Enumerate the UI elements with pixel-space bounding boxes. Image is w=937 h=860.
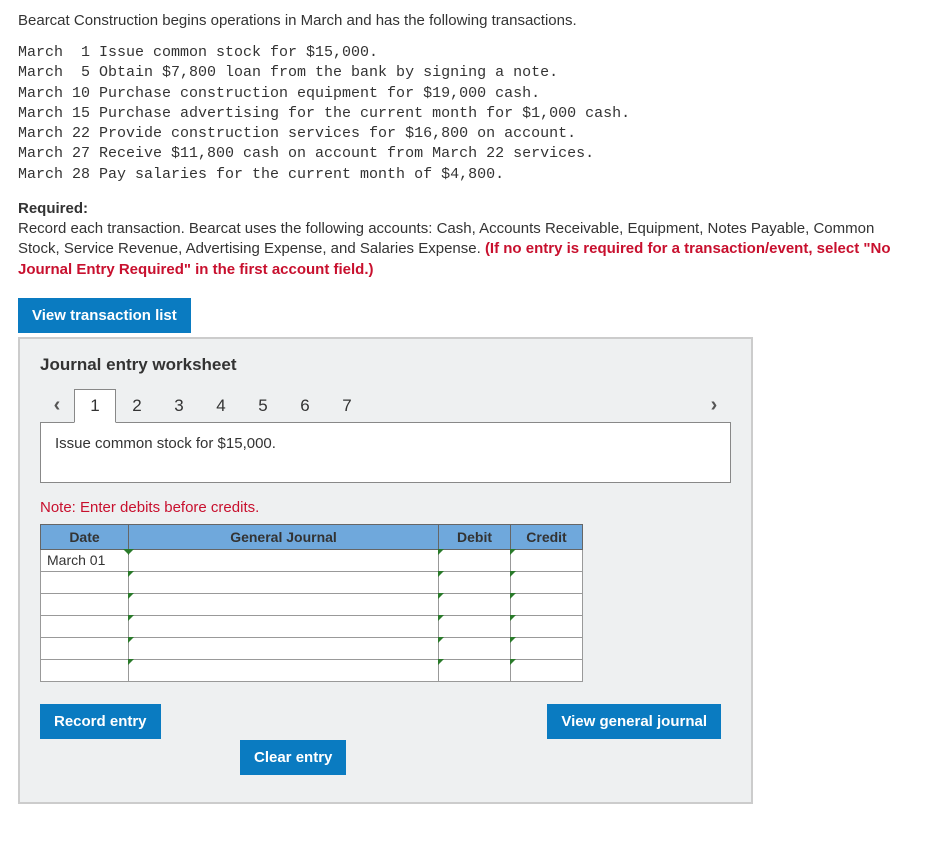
intro-text: Bearcat Construction begins operations i… bbox=[18, 12, 919, 29]
button-row: Record entry View general journal Clear … bbox=[40, 704, 731, 778]
date-cell[interactable] bbox=[41, 659, 129, 681]
credit-cell[interactable] bbox=[511, 593, 583, 615]
required-block: Required: Record each transaction. Bearc… bbox=[18, 199, 919, 280]
general-journal-cell[interactable] bbox=[129, 637, 439, 659]
dropdown-indicator-icon bbox=[438, 549, 444, 555]
table-row bbox=[41, 659, 583, 681]
col-header-journal: General Journal bbox=[129, 524, 439, 549]
credit-cell[interactable] bbox=[511, 637, 583, 659]
dropdown-indicator-icon bbox=[510, 637, 516, 643]
col-header-credit: Credit bbox=[511, 524, 583, 549]
dropdown-indicator-icon bbox=[438, 593, 444, 599]
table-row: March 01 bbox=[41, 549, 583, 571]
dropdown-indicator-icon bbox=[128, 593, 134, 599]
dropdown-indicator-icon bbox=[510, 615, 516, 621]
clear-entry-button[interactable]: Clear entry bbox=[240, 740, 346, 775]
journal-worksheet-panel: Journal entry worksheet ‹ 1234567 › Issu… bbox=[18, 337, 753, 804]
dropdown-indicator-icon bbox=[128, 549, 134, 555]
worksheet-title: Journal entry worksheet bbox=[40, 355, 731, 375]
general-journal-cell[interactable] bbox=[129, 659, 439, 681]
required-label: Required: bbox=[18, 200, 88, 217]
tab-2[interactable]: 2 bbox=[116, 389, 158, 423]
debit-cell[interactable] bbox=[439, 571, 511, 593]
date-cell[interactable] bbox=[41, 571, 129, 593]
dropdown-indicator-icon bbox=[510, 571, 516, 577]
debit-cell[interactable] bbox=[439, 615, 511, 637]
dropdown-indicator-icon bbox=[438, 615, 444, 621]
tab-7[interactable]: 7 bbox=[326, 389, 368, 423]
dropdown-indicator-icon bbox=[510, 659, 516, 665]
credit-cell[interactable] bbox=[511, 571, 583, 593]
dropdown-indicator-icon bbox=[510, 593, 516, 599]
dropdown-indicator-icon bbox=[438, 637, 444, 643]
tab-row: ‹ 1234567 › bbox=[40, 389, 731, 423]
credit-cell[interactable] bbox=[511, 549, 583, 571]
general-journal-cell[interactable] bbox=[129, 571, 439, 593]
record-entry-button[interactable]: Record entry bbox=[40, 704, 161, 739]
credit-cell[interactable] bbox=[511, 659, 583, 681]
table-row bbox=[41, 615, 583, 637]
dropdown-indicator-icon bbox=[438, 659, 444, 665]
col-header-date: Date bbox=[41, 524, 129, 549]
view-transaction-list-button[interactable]: View transaction list bbox=[18, 298, 191, 333]
dropdown-indicator-icon bbox=[128, 637, 134, 643]
date-cell[interactable] bbox=[41, 593, 129, 615]
date-cell[interactable]: March 01 bbox=[41, 549, 129, 571]
dropdown-indicator-icon bbox=[128, 615, 134, 621]
tabs-container: 1234567 bbox=[74, 389, 368, 423]
date-cell[interactable] bbox=[41, 615, 129, 637]
credit-cell[interactable] bbox=[511, 615, 583, 637]
tab-4[interactable]: 4 bbox=[200, 389, 242, 423]
general-journal-cell[interactable] bbox=[129, 549, 439, 571]
journal-table: Date General Journal Debit Credit March … bbox=[40, 524, 583, 682]
debit-cell[interactable] bbox=[439, 659, 511, 681]
next-arrow-icon[interactable]: › bbox=[697, 389, 731, 423]
col-header-debit: Debit bbox=[439, 524, 511, 549]
prev-arrow-icon[interactable]: ‹ bbox=[40, 389, 74, 423]
general-journal-cell[interactable] bbox=[129, 593, 439, 615]
debit-cell[interactable] bbox=[439, 637, 511, 659]
table-row bbox=[41, 637, 583, 659]
dropdown-indicator-icon bbox=[128, 659, 134, 665]
date-cell[interactable] bbox=[41, 637, 129, 659]
debit-cell[interactable] bbox=[439, 549, 511, 571]
dropdown-indicator-icon bbox=[510, 549, 516, 555]
table-row bbox=[41, 593, 583, 615]
tab-6[interactable]: 6 bbox=[284, 389, 326, 423]
debit-cell[interactable] bbox=[439, 593, 511, 615]
dropdown-indicator-icon bbox=[128, 571, 134, 577]
note-text: Note: Enter debits before credits. bbox=[40, 499, 731, 516]
general-journal-cell[interactable] bbox=[129, 615, 439, 637]
transaction-list-text: March 1 Issue common stock for $15,000. … bbox=[18, 43, 919, 185]
dropdown-indicator-icon bbox=[438, 571, 444, 577]
view-general-journal-button[interactable]: View general journal bbox=[547, 704, 721, 739]
table-row bbox=[41, 571, 583, 593]
tab-1[interactable]: 1 bbox=[74, 389, 116, 423]
transaction-description: Issue common stock for $15,000. bbox=[40, 422, 731, 483]
tab-5[interactable]: 5 bbox=[242, 389, 284, 423]
tab-3[interactable]: 3 bbox=[158, 389, 200, 423]
